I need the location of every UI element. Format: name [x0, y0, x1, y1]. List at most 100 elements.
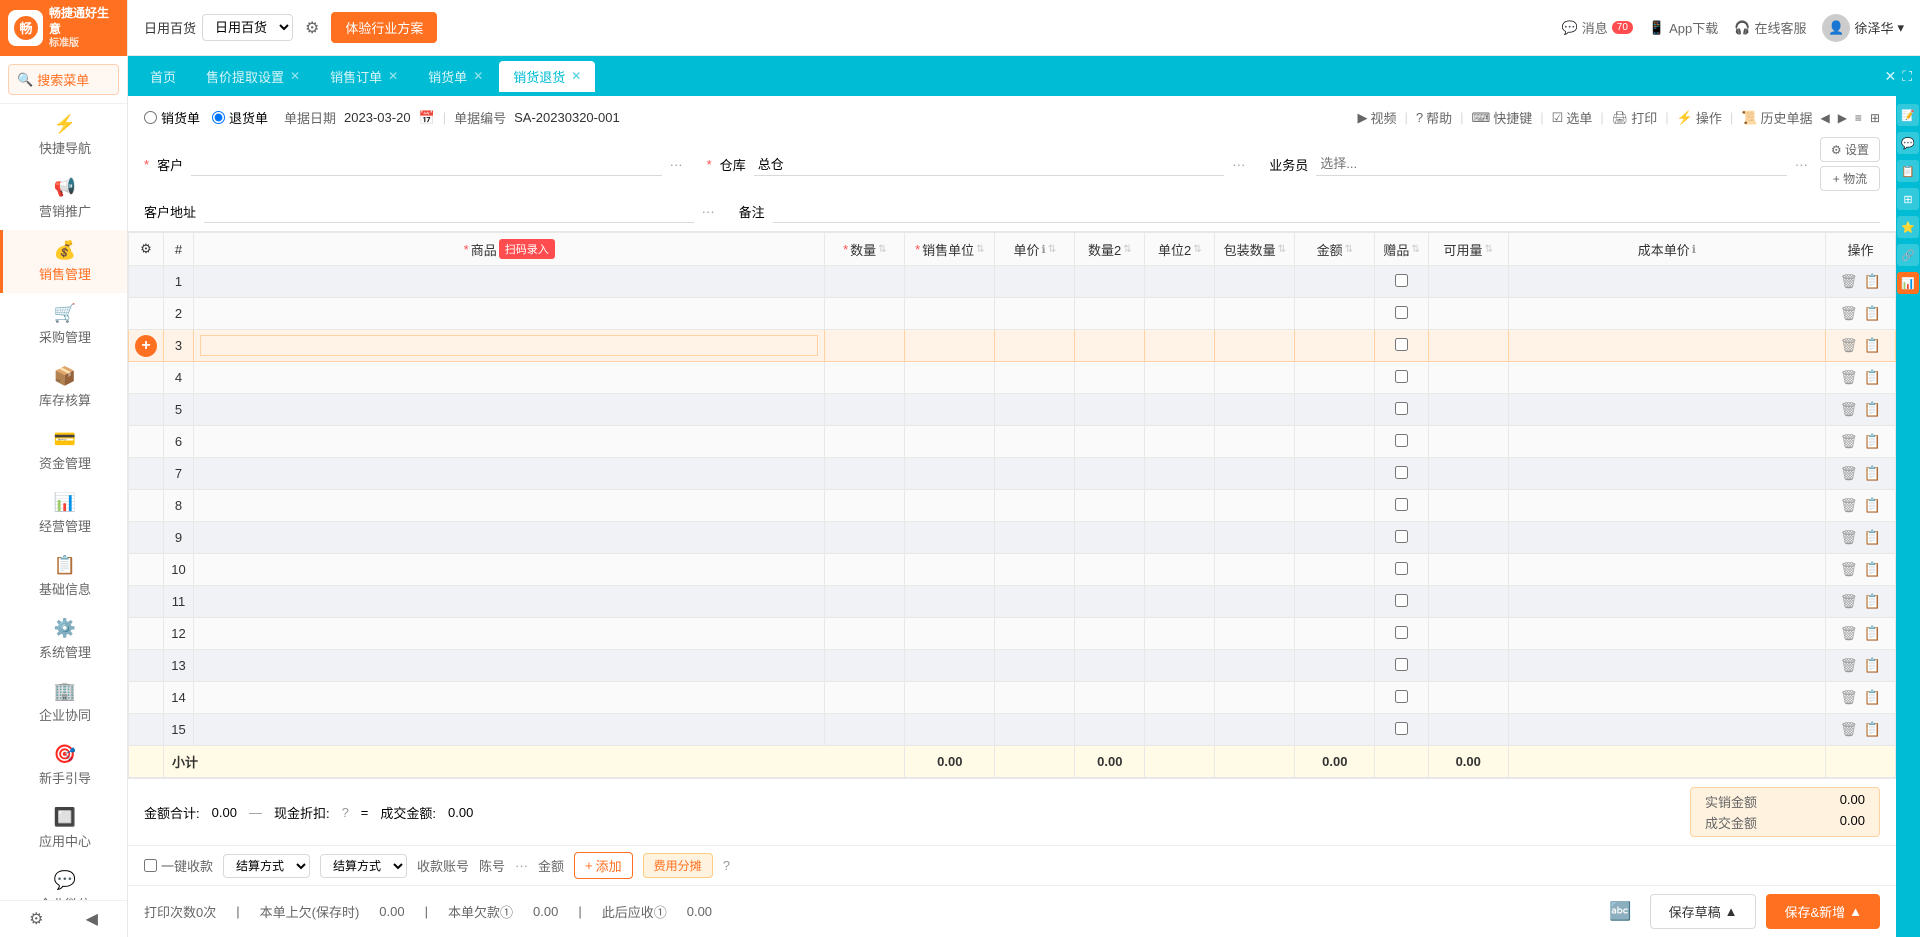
tab-price-close[interactable]: ✕ — [290, 69, 300, 83]
grid-view-btn[interactable]: ⊞ — [1870, 111, 1880, 125]
unit2-sort-icon[interactable]: ⇅ — [1193, 244, 1201, 255]
gift-checkbox-9[interactable] — [1395, 530, 1408, 543]
video-btn[interactable]: ▶ 视频 — [1357, 108, 1396, 127]
qty-sort-icon[interactable]: ⇅ — [878, 244, 886, 255]
delete-row-4[interactable]: 🗑 — [1840, 369, 1858, 386]
sidebar-item-wechat[interactable]: 💬 企业微信 — [0, 860, 127, 900]
gift-checkbox-10[interactable] — [1395, 562, 1408, 575]
save-draft-button[interactable]: 保存草稿 ▲ — [1650, 894, 1757, 929]
experience-button[interactable]: 体验行业方案 — [331, 12, 437, 43]
scan-button[interactable]: 扫码录入 — [499, 239, 555, 259]
fee-split-button[interactable]: 费用分摊 — [643, 853, 713, 878]
copy-row-13[interactable]: 📋 — [1864, 657, 1881, 674]
delete-row-15[interactable]: 🗑 — [1840, 721, 1858, 738]
tab-order[interactable]: 销售订单 ✕ — [316, 61, 412, 92]
tab-return-close[interactable]: ✕ — [571, 69, 581, 83]
delete-row-9[interactable]: 🗑 — [1840, 529, 1858, 546]
amount-sort-icon[interactable]: ⇅ — [1345, 244, 1353, 255]
settings-side-btn[interactable]: ⚙ 设置 — [1820, 137, 1880, 162]
sidebar-item-basic[interactable]: 📋 基础信息 — [0, 545, 127, 608]
rp-btn7[interactable]: 📊 — [1897, 272, 1919, 294]
calendar-icon[interactable]: 📅 — [419, 110, 435, 126]
copy-row-15[interactable]: 📋 — [1864, 721, 1881, 738]
remark-input[interactable] — [773, 199, 1880, 223]
help-btn[interactable]: ? 帮助 — [1416, 108, 1452, 127]
app-download-button[interactable]: 📱 App下载 — [1649, 18, 1718, 37]
history-btn[interactable]: 📜 历史单据 — [1741, 108, 1812, 127]
table-settings-icon[interactable]: ⚙ — [140, 241, 152, 256]
message-button[interactable]: 💬 消息 70 — [1562, 18, 1633, 37]
gift-checkbox-13[interactable] — [1395, 658, 1408, 671]
delete-row-5[interactable]: 🗑 — [1840, 401, 1858, 418]
copy-row-4[interactable]: 📋 — [1864, 369, 1881, 386]
rp-btn2[interactable]: 💬 — [1897, 132, 1919, 154]
calc-method-select[interactable]: 结算方式 — [223, 854, 310, 878]
sidebar-item-purchase[interactable]: 🛒 采购管理 — [0, 293, 127, 356]
rp-btn6[interactable]: 🔗 — [1897, 244, 1919, 266]
delete-row-13[interactable]: 🗑 — [1840, 657, 1858, 674]
tab-return[interactable]: 销货退货 ✕ — [499, 61, 595, 92]
rp-btn3[interactable]: 📋 — [1897, 160, 1919, 182]
gift-checkbox-4[interactable] — [1395, 370, 1408, 383]
gift-checkbox-5[interactable] — [1395, 402, 1408, 415]
gift-checkbox-3[interactable] — [1395, 338, 1408, 351]
copy-row-7[interactable]: 📋 — [1864, 465, 1881, 482]
customer-input[interactable] — [191, 152, 662, 176]
sidebar-item-enterprise[interactable]: 🏢 企业协同 — [0, 671, 127, 734]
collapse-button[interactable]: ◀ — [86, 909, 98, 929]
rp-btn1[interactable]: 📝 — [1897, 104, 1919, 126]
operation-btn[interactable]: ⚡ 操作 — [1677, 108, 1722, 127]
gift-checkbox-1[interactable] — [1395, 274, 1408, 287]
copy-row-14[interactable]: 📋 — [1864, 689, 1881, 706]
delete-row-14[interactable]: 🗑 — [1840, 689, 1858, 706]
print-btn[interactable]: 🖨 打印 — [1612, 108, 1658, 127]
fee-help-icon[interactable]: ? — [723, 858, 730, 873]
logistics-side-btn[interactable]: + 物流 — [1820, 166, 1880, 191]
select-btn[interactable]: ☑ 选单 — [1552, 108, 1593, 127]
staff-dots[interactable]: ··· — [1795, 157, 1808, 172]
nav-dropdown[interactable]: 日用百货 — [202, 14, 293, 41]
settings-footer-button[interactable]: ⚙ — [29, 909, 43, 929]
copy-row-8[interactable]: 📋 — [1864, 497, 1881, 514]
delete-row-7[interactable]: 🗑 — [1840, 465, 1858, 482]
sidebar-item-inventory[interactable]: 📦 库存核算 — [0, 356, 127, 419]
delete-row-3[interactable]: 🗑 — [1840, 337, 1858, 354]
account-dots[interactable]: ··· — [515, 858, 528, 873]
sidebar-item-sales[interactable]: 💰 销售管理 — [0, 230, 127, 293]
collect-method-select[interactable]: 结算方式 — [320, 854, 407, 878]
gift-checkbox-11[interactable] — [1395, 594, 1408, 607]
gift-checkbox-12[interactable] — [1395, 626, 1408, 639]
staff-input[interactable] — [1316, 152, 1787, 176]
delete-row-6[interactable]: 🗑 — [1840, 433, 1858, 450]
copy-row-1[interactable]: 📋 — [1864, 273, 1881, 290]
save-new-button[interactable]: 保存&新增 ▲ — [1766, 894, 1880, 929]
delete-row-11[interactable]: 🗑 — [1840, 593, 1858, 610]
gift-sort-icon[interactable]: ⇅ — [1411, 244, 1419, 255]
copy-row-10[interactable]: 📋 — [1864, 561, 1881, 578]
add-row-button[interactable]: + — [135, 335, 157, 357]
copy-row-5[interactable]: 📋 — [1864, 401, 1881, 418]
sidebar-item-newbie[interactable]: 🎯 新手引导 — [0, 734, 127, 797]
sidebar-item-finance[interactable]: 💳 资金管理 — [0, 419, 127, 482]
delete-row-8[interactable]: 🗑 — [1840, 497, 1858, 514]
gift-checkbox-8[interactable] — [1395, 498, 1408, 511]
warehouse-input[interactable] — [754, 152, 1225, 176]
unit-sort-icon[interactable]: ⇅ — [976, 244, 984, 255]
next-record-btn[interactable]: ▶ — [1838, 111, 1847, 125]
settings-gear-button[interactable]: ⚙ — [305, 18, 319, 38]
radio-delivery[interactable]: 销货单 — [144, 108, 200, 127]
one-pay-checkbox[interactable]: 一键收款 — [144, 856, 213, 875]
tab-delivery[interactable]: 销货单 ✕ — [414, 61, 497, 92]
customer-dots[interactable]: ··· — [670, 157, 683, 172]
address-input[interactable] — [204, 199, 694, 223]
copy-row-2[interactable]: 📋 — [1864, 305, 1881, 322]
sidebar-item-operation[interactable]: 📊 经营管理 — [0, 482, 127, 545]
price-info-icon[interactable]: ℹ — [1042, 243, 1046, 256]
search-menu-button[interactable]: 🔍 搜索菜单 — [8, 64, 119, 95]
tab-order-close[interactable]: ✕ — [388, 69, 398, 83]
add-button[interactable]: + 添加 — [574, 852, 633, 879]
tab-delivery-close[interactable]: ✕ — [473, 69, 483, 83]
copy-row-6[interactable]: 📋 — [1864, 433, 1881, 450]
available-sort-icon[interactable]: ⇅ — [1485, 244, 1493, 255]
tab-home[interactable]: 首页 — [136, 61, 190, 92]
